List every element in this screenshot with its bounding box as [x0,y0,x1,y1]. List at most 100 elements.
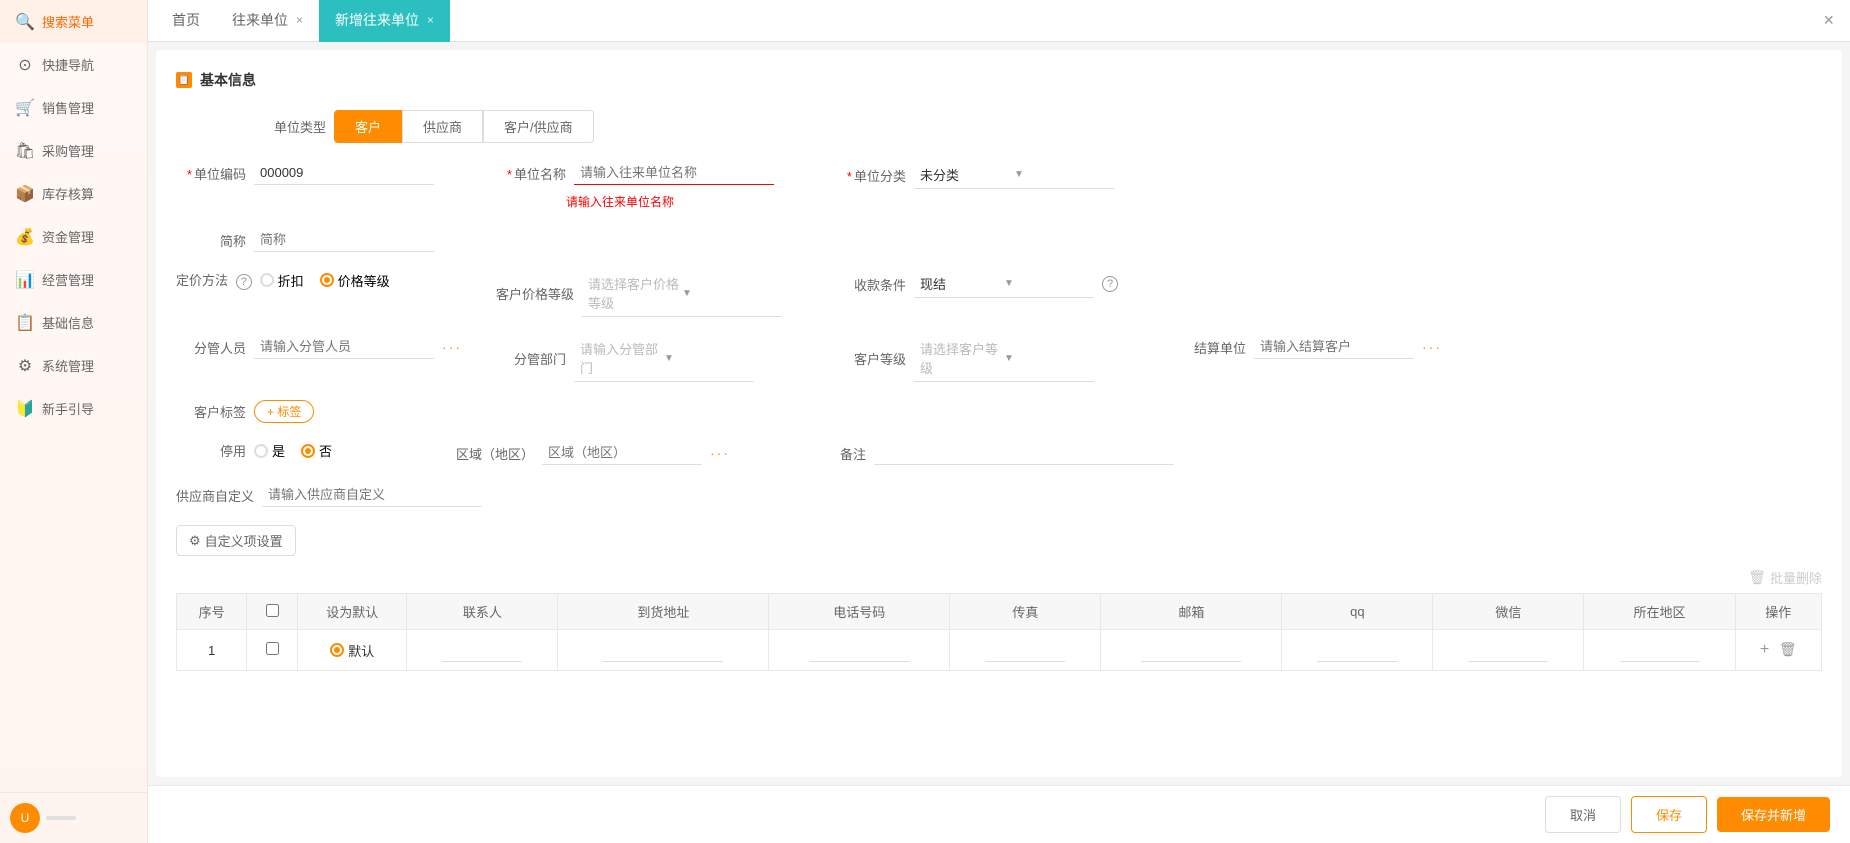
row-default: 默认 [298,630,407,671]
th-region: 所在地区 [1584,594,1735,630]
main-area: 首页 往来单位 × 新增往来单位 × × 📋 基本信息 单位类型 客户 供应商 … [148,0,1850,843]
th-email: 邮箱 [1101,594,1282,630]
row-checkbox-input[interactable] [266,642,279,655]
operation-icon: 📊 [16,271,34,289]
dept-arrow: ▼ [664,353,748,364]
content-area: 📋 基本信息 单位类型 客户 供应商 客户/供应商 *单位编码 [156,50,1842,777]
trash-icon: 🗑 [1748,569,1766,586]
unit-type-row: 单位类型 客户 供应商 客户/供应商 [256,110,1822,143]
custom-settings-button[interactable]: ⚙ 自定义项设置 [176,525,296,556]
disabled-radio-yes[interactable]: 是 [254,441,285,460]
sidebar-item-finance[interactable]: 💰 资金管理 [0,215,147,258]
row-address-input[interactable] [603,638,723,662]
btn-customer[interactable]: 客户 [334,110,402,143]
add-tag-button[interactable]: + 标签 [254,400,314,423]
manager-input[interactable] [254,335,434,359]
row-email-input[interactable] [1141,638,1241,662]
unit-name-field: *单位名称 请输入往来单位名称 [496,161,836,210]
radio-no-circle [301,444,315,458]
cancel-button[interactable]: 取消 [1545,796,1621,833]
settlement-unit-field: 结算单位 ··· [1176,335,1496,359]
manager-more-icon[interactable]: ··· [442,339,462,355]
user-avatar[interactable]: U [10,803,40,833]
supplier-custom-row: 供应商自定义 [176,483,1822,507]
sidebar-item-quicknav[interactable]: ⊙ 快捷导航 [0,43,147,86]
row-fax-input[interactable] [985,638,1065,662]
supplier-custom-field: 供应商自定义 [176,483,576,507]
unit-name-input[interactable] [574,161,774,185]
tab-units[interactable]: 往来单位 × [216,0,319,42]
dept-select[interactable]: 请输入分管部门 ▼ [574,335,754,382]
window-close-button[interactable]: × [1815,10,1842,31]
sales-icon: 🛒 [16,99,34,117]
btn-supplier[interactable]: 供应商 [402,110,483,143]
manager-row: 分管人员 ··· 分管部门 请输入分管部门 ▼ 客户等级 请选择客户等级 ▼ [176,335,1822,382]
sidebar-item-sales[interactable]: 🛒 销售管理 [0,86,147,129]
disabled-field: 停用 是 否 [176,441,456,460]
save-new-button[interactable]: 保存并新增 [1717,797,1830,832]
save-button[interactable]: 保存 [1631,796,1707,833]
sidebar-item-operation[interactable]: 📊 经营管理 [0,258,147,301]
customer-level-select[interactable]: 请选择客户等级 ▼ [914,335,1094,382]
unit-name-error: 请输入往来单位名称 [566,195,674,209]
pricing-radio-discount[interactable]: 折扣 [260,271,304,290]
sidebar-item-search[interactable]: 🔍 搜索菜单 [0,0,147,43]
tab-new-unit[interactable]: 新增往来单位 × [319,0,450,42]
unit-code-input[interactable] [254,161,434,185]
remark-input[interactable] [874,441,1174,465]
region-more-icon[interactable]: ··· [710,445,730,461]
supplier-custom-input[interactable] [262,483,482,507]
category-dropdown-arrow: ▼ [1014,169,1108,180]
th-default: 设为默认 [298,594,407,630]
short-name-field: 简称 [176,228,496,252]
row-phone [769,630,950,671]
row-area-input[interactable] [1620,638,1700,662]
th-checkbox [247,594,298,630]
customer-level-field: 客户等级 请选择客户等级 ▼ [836,335,1176,382]
add-row-icon[interactable]: + [1760,641,1769,658]
th-seq: 序号 [177,594,247,630]
customer-price-select[interactable]: 请选择客户价格等级 ▼ [582,270,782,317]
sidebar-item-inventory[interactable]: 📦 库存核算 [0,172,147,215]
th-contact: 联系人 [407,594,558,630]
row-wechat-input[interactable] [1468,638,1548,662]
guide-icon: 🔰 [16,400,34,418]
row-qq-input[interactable] [1317,638,1397,662]
sidebar-item-basic[interactable]: 📋 基础信息 [0,301,147,344]
tab-units-close[interactable]: × [296,13,303,27]
pricing-help-icon[interactable]: ? [236,274,252,290]
short-name-input[interactable] [254,228,434,252]
unit-category-select[interactable]: 未分类 ▼ [914,161,1114,189]
tab-new-unit-close[interactable]: × [427,13,434,27]
region-input[interactable] [542,441,702,465]
settlement-unit-input[interactable] [1254,335,1414,359]
th-fax: 传真 [950,594,1101,630]
disable-region-row: 停用 是 否 区域（地区） ··· [176,441,1822,465]
payment-help-icon[interactable]: ? [1102,276,1118,292]
customer-tag-field: 客户标签 + 标签 [176,400,1822,423]
settlement-more-icon[interactable]: ··· [1422,339,1442,355]
delete-row-icon[interactable]: 🗑 [1779,641,1797,657]
tab-bar: 首页 往来单位 × 新增往来单位 × × [148,0,1850,42]
radio-discount-circle [260,273,274,287]
sidebar-item-system[interactable]: ⚙ 系统管理 [0,344,147,387]
short-name-row: 简称 [176,228,1822,252]
sidebar-item-guide[interactable]: 🔰 新手引导 [0,387,147,430]
purchase-icon: 🛍 [16,142,34,160]
payment-terms-select[interactable]: 现结 ▼ [914,270,1094,298]
pricing-radio-level[interactable]: 价格等级 [320,271,390,290]
row-seq: 1 [177,630,247,671]
row-default-radio[interactable]: 默认 [308,641,396,660]
tab-home[interactable]: 首页 [156,0,216,42]
btn-customer-supplier[interactable]: 客户/供应商 [483,110,594,143]
radio-yes-circle [254,444,268,458]
row-contact-input[interactable] [442,638,522,662]
sidebar-item-purchase[interactable]: 🛍 采购管理 [0,129,147,172]
disabled-radio-no[interactable]: 否 [301,441,332,460]
row-phone-input[interactable] [809,638,909,662]
sidebar-collapse [46,816,76,820]
select-all-checkbox[interactable] [266,604,279,617]
unit-code-field: *单位编码 [176,161,496,185]
row-default-radio-circle [330,643,344,657]
batch-delete-area: 🗑 批量删除 [176,568,1822,587]
